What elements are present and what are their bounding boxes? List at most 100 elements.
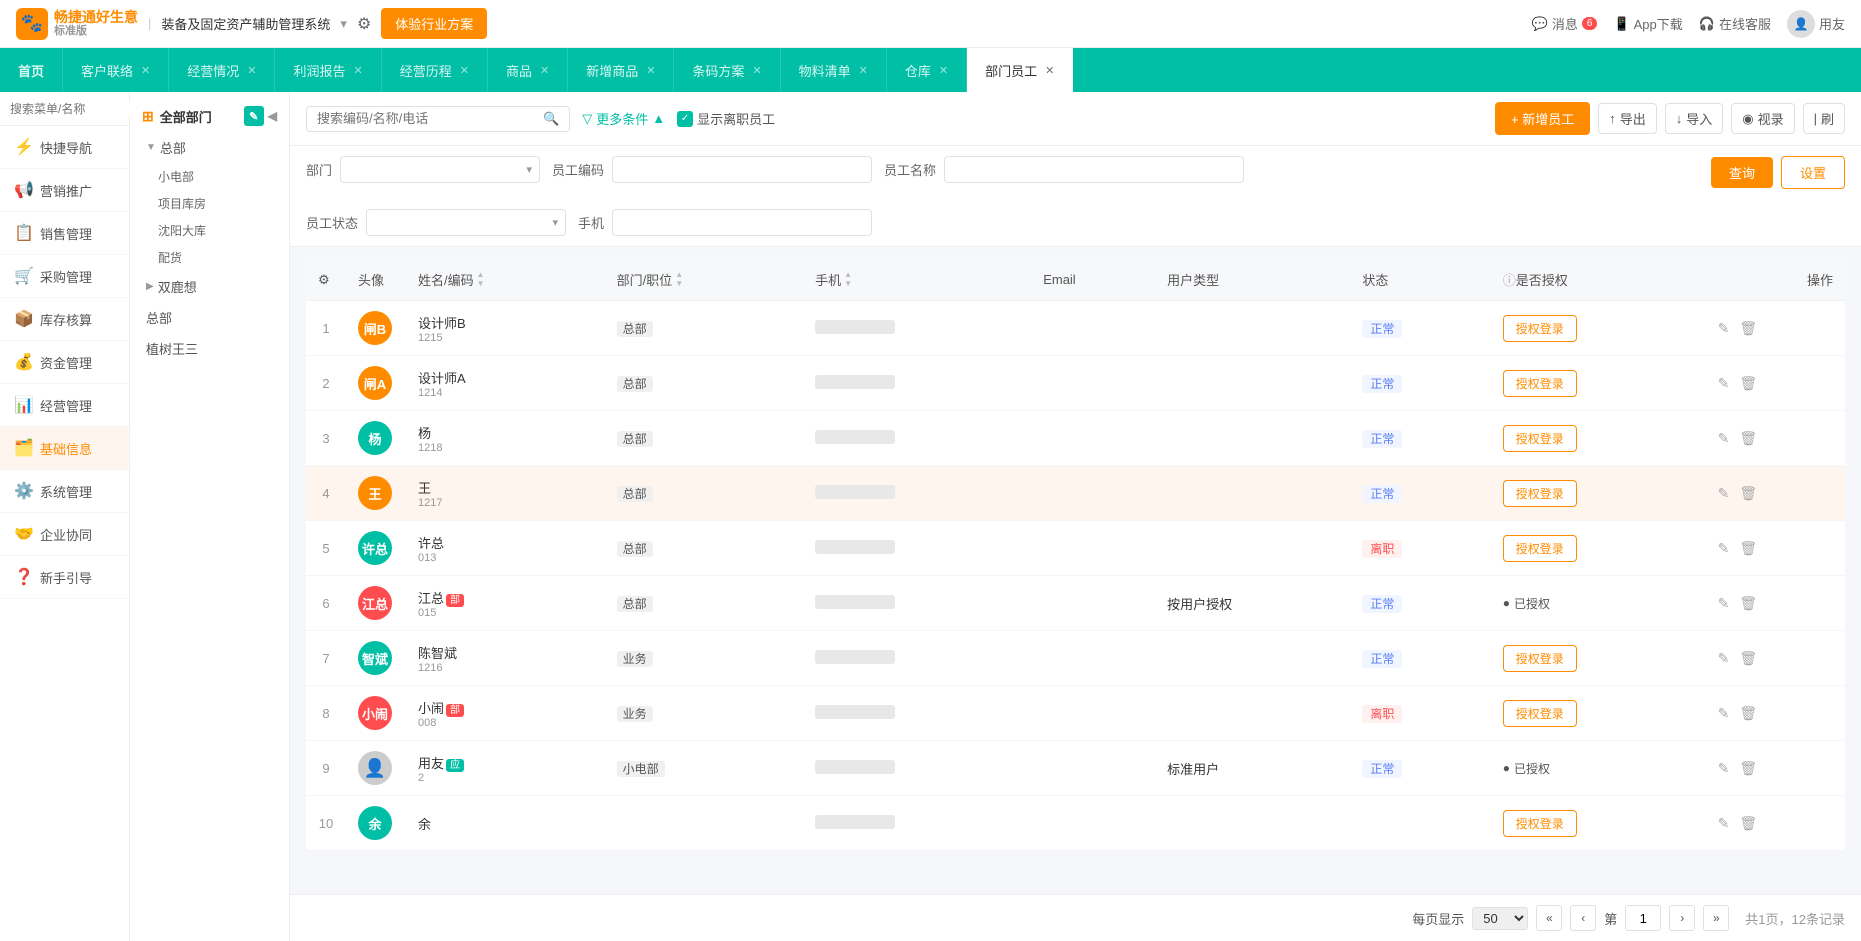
- sidebar-item-inventory[interactable]: 📦 库存核算: [0, 298, 129, 341]
- export-button[interactable]: ↑ 导出: [1598, 103, 1657, 134]
- delete-icon[interactable]: 🗑: [1739, 375, 1757, 392]
- auth-login-button[interactable]: 授权登录: [1503, 535, 1577, 562]
- delete-icon[interactable]: 🗑: [1739, 705, 1757, 722]
- tab-operation[interactable]: 经营情况✕: [169, 48, 275, 92]
- dept-sub-shenyang[interactable]: 沈阳大库: [130, 217, 289, 244]
- edit-icon[interactable]: ✎: [1718, 815, 1730, 832]
- first-page-btn[interactable]: «: [1536, 905, 1562, 931]
- add-employee-button[interactable]: + 新增员工: [1495, 102, 1590, 135]
- close-icon[interactable]: ✕: [460, 64, 469, 77]
- sidebar-item-finance[interactable]: 💰 资金管理: [0, 341, 129, 384]
- tab-goods[interactable]: 商品✕: [488, 48, 568, 92]
- sidebar-item-sales[interactable]: 📋 销售管理: [0, 212, 129, 255]
- dept-filter-select[interactable]: [340, 156, 540, 183]
- tab-customer[interactable]: 客户联络✕: [63, 48, 169, 92]
- sidebar-item-basic[interactable]: 🗂️ 基础信息: [0, 427, 129, 470]
- dept-sub-peihuo[interactable]: 配货: [130, 244, 289, 271]
- message-btn[interactable]: 💬 消息 6: [1532, 14, 1598, 33]
- sidebar-item-guide[interactable]: ❓ 新手引导: [0, 556, 129, 599]
- edit-icon[interactable]: ✎: [1718, 320, 1730, 337]
- tab-barcode[interactable]: 条码方案✕: [674, 48, 780, 92]
- auth-login-button[interactable]: 授权登录: [1503, 480, 1577, 507]
- sidebar-item-marketing[interactable]: 📢 营销推广: [0, 169, 129, 212]
- delete-icon[interactable]: 🗑: [1739, 650, 1757, 667]
- show-resigned-toggle[interactable]: ✓ 显示离职员工: [677, 109, 775, 128]
- col-settings-icon[interactable]: ⚙: [318, 272, 330, 287]
- auth-login-button[interactable]: 授权登录: [1503, 370, 1577, 397]
- auth-login-button[interactable]: 授权登录: [1503, 645, 1577, 672]
- close-icon[interactable]: ✕: [939, 64, 948, 77]
- page-size-select[interactable]: 50 100 200: [1472, 907, 1528, 930]
- edit-icon[interactable]: ✎: [1718, 430, 1730, 447]
- user-area[interactable]: 👤 用友: [1787, 10, 1845, 38]
- tab-warehouse[interactable]: 仓库✕: [887, 48, 967, 92]
- edit-icon[interactable]: ✎: [1718, 650, 1730, 667]
- edit-icon[interactable]: ✎: [1718, 485, 1730, 502]
- trial-button[interactable]: 体验行业方案: [381, 8, 487, 39]
- sidebar-item-system[interactable]: ⚙️ 系统管理: [0, 470, 129, 513]
- close-icon[interactable]: ✕: [247, 64, 256, 77]
- dept-item-zongbu2[interactable]: 总部: [130, 302, 289, 333]
- delete-icon[interactable]: 🗑: [1739, 815, 1757, 832]
- sidebar-item-operation[interactable]: 📊 经营管理: [0, 384, 129, 427]
- import-button[interactable]: ↓ 导入: [1665, 103, 1724, 134]
- settings-icon[interactable]: ⚙: [357, 14, 371, 34]
- edit-icon[interactable]: ✎: [1718, 375, 1730, 392]
- more-filter-btn[interactable]: ▽ 更多条件 ▲: [582, 109, 665, 128]
- dept-sub-xiangmu[interactable]: 项目库房: [130, 190, 289, 217]
- dept-item-zhishu[interactable]: 植树王三: [130, 333, 289, 364]
- next-page-btn[interactable]: ›: [1669, 905, 1695, 931]
- delete-icon[interactable]: 🗑: [1739, 320, 1757, 337]
- auth-login-button[interactable]: 授权登录: [1503, 315, 1577, 342]
- delete-icon[interactable]: 🗑: [1739, 595, 1757, 612]
- dropdown-arrow-icon[interactable]: ▾: [340, 16, 347, 32]
- delete-icon[interactable]: 🗑: [1739, 540, 1757, 557]
- auth-login-button[interactable]: 授权登录: [1503, 425, 1577, 452]
- query-button[interactable]: 查询: [1711, 157, 1773, 188]
- emp-status-select[interactable]: [366, 209, 566, 236]
- tab-department[interactable]: 部门员工✕: [967, 48, 1073, 92]
- last-page-btn[interactable]: »: [1703, 905, 1729, 931]
- emp-code-input[interactable]: [612, 156, 872, 183]
- edit-icon[interactable]: ✎: [1718, 705, 1730, 722]
- close-icon[interactable]: ✕: [646, 64, 655, 77]
- dept-item-shuanglu[interactable]: ▶ 双鹿想: [130, 271, 289, 302]
- tab-history[interactable]: 经营历程✕: [382, 48, 488, 92]
- close-icon[interactable]: ✕: [141, 64, 150, 77]
- dept-sub-xiaodian[interactable]: 小电部: [130, 163, 289, 190]
- edit-icon[interactable]: ✎: [1718, 540, 1730, 557]
- view-button[interactable]: ◉ 视录: [1731, 103, 1794, 134]
- tab-home[interactable]: 首页: [0, 48, 63, 92]
- auth-login-button[interactable]: 授权登录: [1503, 810, 1577, 837]
- online-service-btn[interactable]: 🎧 在线客服: [1699, 14, 1771, 33]
- print-button[interactable]: | 刷: [1803, 103, 1845, 134]
- phone-input[interactable]: [612, 209, 872, 236]
- close-icon[interactable]: ✕: [859, 64, 868, 77]
- message-badge: 6: [1582, 17, 1598, 30]
- close-icon[interactable]: ✕: [540, 64, 549, 77]
- tab-add-goods[interactable]: 新增商品✕: [568, 48, 674, 92]
- delete-icon[interactable]: 🗑: [1739, 760, 1757, 777]
- close-icon[interactable]: ✕: [354, 64, 363, 77]
- sidebar-item-purchase[interactable]: 🛒 采购管理: [0, 255, 129, 298]
- edit-icon[interactable]: ✎: [1718, 760, 1730, 777]
- close-icon[interactable]: ✕: [752, 64, 761, 77]
- tab-bom[interactable]: 物料清单✕: [781, 48, 887, 92]
- app-download-btn[interactable]: 📱 App下载: [1613, 14, 1682, 33]
- auth-login-button[interactable]: 授权登录: [1503, 700, 1577, 727]
- search-input[interactable]: [317, 111, 537, 126]
- set-button[interactable]: 设置: [1781, 156, 1845, 189]
- sidebar-item-quick-nav[interactable]: ⚡ 快捷导航: [0, 126, 129, 169]
- close-icon[interactable]: ✕: [1045, 64, 1054, 77]
- edit-icon[interactable]: ✎: [1718, 595, 1730, 612]
- dept-collapse-icon[interactable]: ◀: [268, 109, 277, 123]
- dept-edit-icon[interactable]: ✎: [244, 106, 264, 126]
- tab-profit[interactable]: 利润报告✕: [275, 48, 381, 92]
- prev-page-btn[interactable]: ‹: [1570, 905, 1596, 931]
- emp-name-input[interactable]: [944, 156, 1244, 183]
- sidebar-item-coop[interactable]: 🤝 企业协同: [0, 513, 129, 556]
- delete-icon[interactable]: 🗑: [1739, 485, 1757, 502]
- page-number-input[interactable]: [1625, 905, 1661, 931]
- delete-icon[interactable]: 🗑: [1739, 430, 1757, 447]
- dept-item-zongbu[interactable]: ▼ 总部: [130, 132, 289, 163]
